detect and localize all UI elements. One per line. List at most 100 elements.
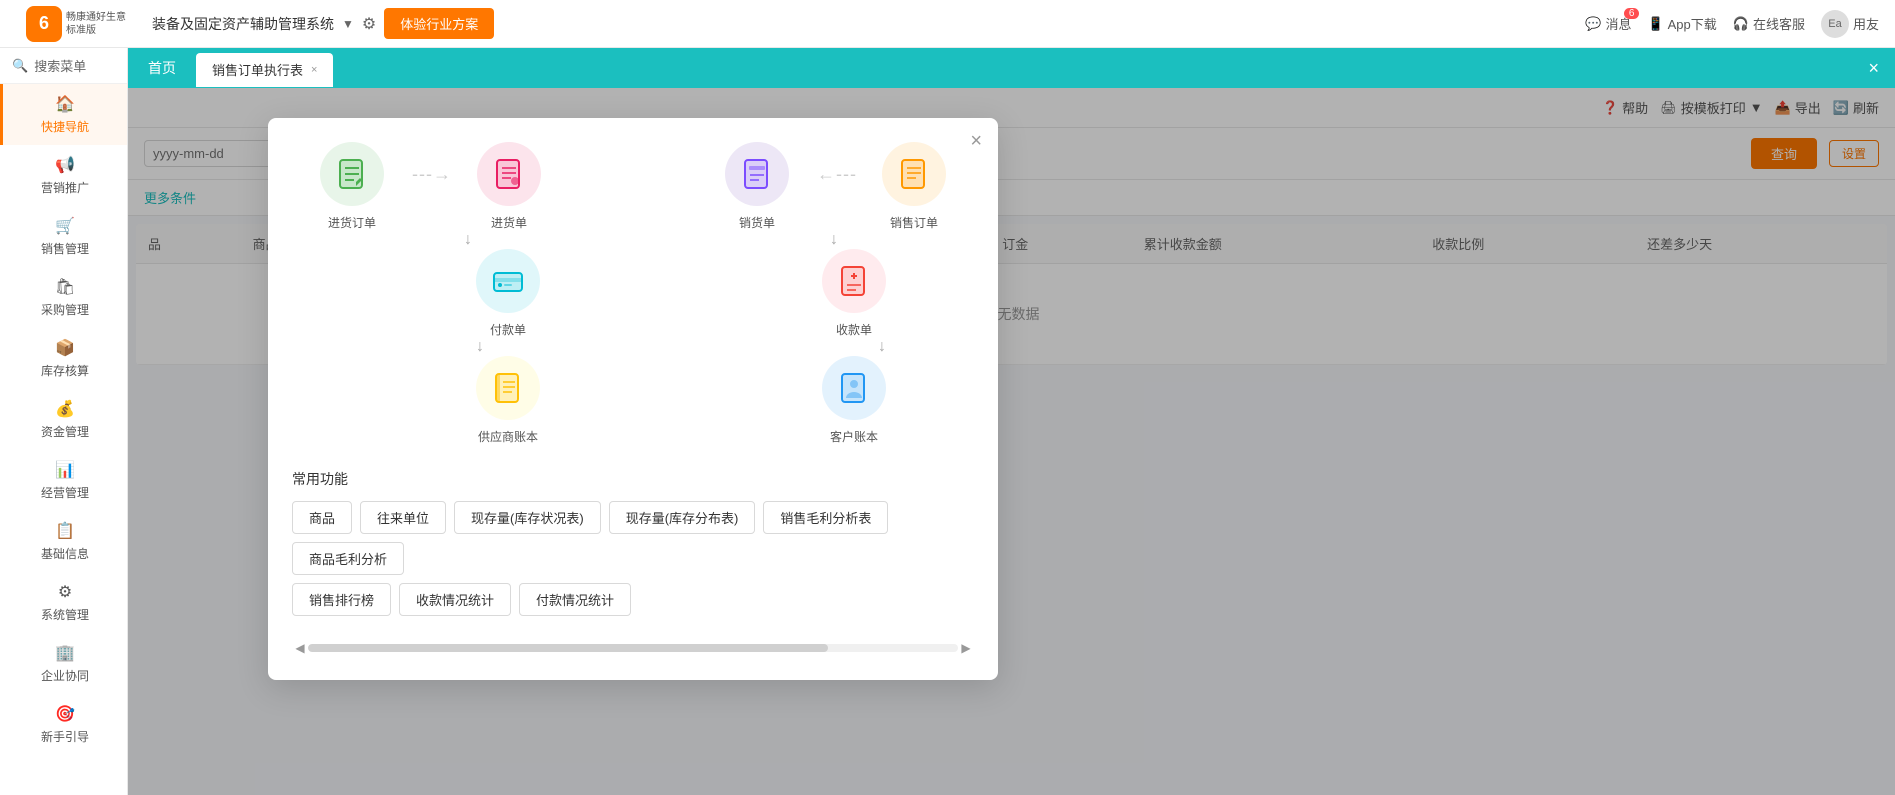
sidebar-item-inventory[interactable]: 📦 库存核算	[0, 328, 127, 389]
marketing-icon: 📢	[55, 155, 75, 175]
flow-node-sales-order-label: 销售订单	[890, 214, 938, 231]
sidebar-item-label: 采购管理	[41, 301, 89, 318]
func-btn-goods[interactable]: 商品	[292, 501, 352, 534]
flow-node-sales-order[interactable]: 销售订单	[854, 142, 974, 231]
flow-node-payment[interactable]: 付款单	[448, 249, 568, 338]
scroll-right-arrow[interactable]: ▶	[958, 640, 974, 656]
online-service-btn[interactable]: 🎧 在线客服	[1733, 14, 1805, 33]
modal-scrollbar: ◀ ▶	[292, 640, 974, 656]
func-btn-stock-dist[interactable]: 现存量(库存分布表)	[609, 501, 756, 534]
sidebar-item-label: 基础信息	[41, 545, 89, 562]
sidebar-item-marketing[interactable]: 📢 营销推广	[0, 145, 127, 206]
sidebar-item-label: 经营管理	[41, 484, 89, 501]
flow-node-receipt-label: 收款单	[836, 321, 872, 338]
spacer-left2	[412, 231, 448, 249]
purchase-bill-icon	[477, 142, 541, 206]
flow-node-supplier-ledger[interactable]: 供应商账本	[448, 356, 568, 445]
func-btn-gross-analysis[interactable]: 销售毛利分析表	[763, 501, 888, 534]
settings-icon-btn[interactable]: ⚙	[362, 14, 376, 34]
app-download-btn[interactable]: 📱 App下载	[1647, 14, 1716, 33]
sidebar-item-label: 库存核算	[41, 362, 89, 379]
content: 首页 销售订单执行表 × × ❓ 帮助	[128, 48, 1895, 795]
user-menu-btn[interactable]: Ea 用友	[1821, 10, 1879, 38]
newbie-icon: 🎯	[55, 704, 75, 724]
search-menu-btn[interactable]: 🔍 搜索菜单	[0, 48, 127, 84]
top-bar-right: 💬 消息 6 📱 App下载 🎧 在线客服 Ea 用友	[1585, 10, 1879, 38]
message-btn[interactable]: 💬 消息 6	[1585, 14, 1631, 33]
logo-text: 畅康通好生意 标准版	[66, 11, 126, 37]
sidebar-item-enterprise[interactable]: 🏢 企业协同	[0, 633, 127, 694]
inventory-icon: 📦	[55, 338, 75, 358]
flow-node-purchase-order-label: 进货订单	[328, 214, 376, 231]
sales-bill-icon	[725, 142, 789, 206]
system-title: 装备及固定资产辅助管理系统	[152, 14, 334, 34]
flow-left-group: 进货订单 - - - → 进货单	[292, 142, 569, 231]
scroll-left-arrow[interactable]: ◀	[292, 640, 308, 656]
flow-section: 进货订单 - - - → 进货单	[292, 142, 974, 445]
func-btn-sales-rank[interactable]: 销售排行榜	[292, 583, 391, 616]
down-arrow-left: ↓	[448, 231, 488, 249]
tab-sales-order-label: 销售订单执行表	[212, 60, 303, 79]
home-icon: 🏠	[55, 94, 75, 114]
tab-home[interactable]: 首页	[128, 48, 196, 88]
flow-node-purchase-bill[interactable]: 进货单	[449, 142, 569, 231]
system-icon: ⚙	[58, 582, 72, 602]
modal-close-btn[interactable]: ×	[970, 130, 982, 153]
tab-bar: 首页 销售订单执行表 × ×	[128, 48, 1895, 88]
window-close-btn[interactable]: ×	[1860, 58, 1887, 79]
message-badge: 6	[1624, 8, 1640, 19]
tab-sales-order[interactable]: 销售订单执行表 ×	[196, 53, 333, 87]
spacer3	[292, 338, 448, 356]
sidebar-item-newbie[interactable]: 🎯 新手引导	[0, 694, 127, 755]
system-dropdown-btn[interactable]: ▼	[342, 17, 354, 31]
scroll-thumb	[308, 644, 828, 652]
sidebar-item-basic-info[interactable]: 📋 基础信息	[0, 511, 127, 572]
flow-row-3: 供应商账本 客户账本	[292, 356, 974, 445]
sales-order-icon	[882, 142, 946, 206]
flow-arrows-down-row2: ↓ ↓	[292, 338, 974, 356]
enterprise-icon: 🏢	[55, 643, 75, 663]
func-btn-collection-stat[interactable]: 收款情况统计	[399, 583, 511, 616]
supplier-ledger-icon	[476, 356, 540, 420]
func-btn-stock-status[interactable]: 现存量(库存状况表)	[454, 501, 601, 534]
search-icon: 🔍	[12, 58, 28, 74]
flow-arrows-down-row: ↓ ↓	[292, 231, 974, 249]
operations-icon: 📊	[55, 460, 75, 480]
func-btn-payment-stat[interactable]: 付款情况统计	[519, 583, 631, 616]
sidebar-item-label: 资金管理	[41, 423, 89, 440]
tab-home-label: 首页	[148, 58, 176, 78]
trial-button[interactable]: 体验行业方案	[384, 8, 494, 39]
func-btn-goods-gross[interactable]: 商品毛利分析	[292, 542, 404, 575]
sidebar-item-quick-nav[interactable]: 🏠 快捷导航	[0, 84, 127, 145]
flow-node-customer-ledger-label: 客户账本	[830, 428, 878, 445]
logo-icon: 6	[26, 6, 62, 42]
tab-close-icon[interactable]: ×	[311, 64, 317, 76]
sidebar-item-operations[interactable]: 📊 经营管理	[0, 450, 127, 511]
flow-node-purchase-order[interactable]: 进货订单	[292, 142, 412, 231]
top-bar: 6 畅康通好生意 标准版 装备及固定资产辅助管理系统 ▼ ⚙ 体验行业方案 💬 …	[0, 0, 1895, 48]
down-arrow-right: ↓	[814, 231, 854, 249]
sidebar: 🔍 搜索菜单 🏠 快捷导航 📢 营销推广 🛒 销售管理 🛍 采购管理 📦	[0, 48, 128, 795]
flow-node-supplier-ledger-label: 供应商账本	[478, 428, 538, 445]
finance-icon: 💰	[55, 399, 75, 419]
sidebar-item-label: 企业协同	[41, 667, 89, 684]
func-btn-partner[interactable]: 往来单位	[360, 501, 446, 534]
flow-node-customer-ledger[interactable]: 客户账本	[794, 356, 914, 445]
down-arrow3: ↓	[448, 338, 512, 356]
search-menu-label: 搜索菜单	[34, 56, 86, 75]
flow-node-sales-bill-label: 销货单	[739, 214, 775, 231]
app-download-icon: 📱	[1647, 16, 1663, 32]
common-functions-section: 常用功能 商品 往来单位 现存量(库存状况表) 现存量(库存分布表) 销售毛利分…	[292, 469, 974, 616]
sidebar-item-finance[interactable]: 💰 资金管理	[0, 389, 127, 450]
flow-node-receipt[interactable]: 收款单	[794, 249, 914, 338]
sidebar-item-label: 营销推广	[41, 179, 89, 196]
sidebar-item-sales[interactable]: 🛒 销售管理	[0, 206, 127, 267]
scroll-track[interactable]	[308, 644, 958, 652]
receipt-icon	[822, 249, 886, 313]
sidebar-item-system[interactable]: ⚙ 系统管理	[0, 572, 127, 633]
sidebar-item-purchase[interactable]: 🛍 采购管理	[0, 267, 127, 328]
tab-bar-end: ×	[1860, 58, 1887, 79]
flow-node-sales-bill[interactable]: 销货单	[697, 142, 817, 231]
modal-overlay[interactable]: × 进货订单	[128, 88, 1895, 795]
sidebar-item-label: 快捷导航	[41, 118, 89, 135]
